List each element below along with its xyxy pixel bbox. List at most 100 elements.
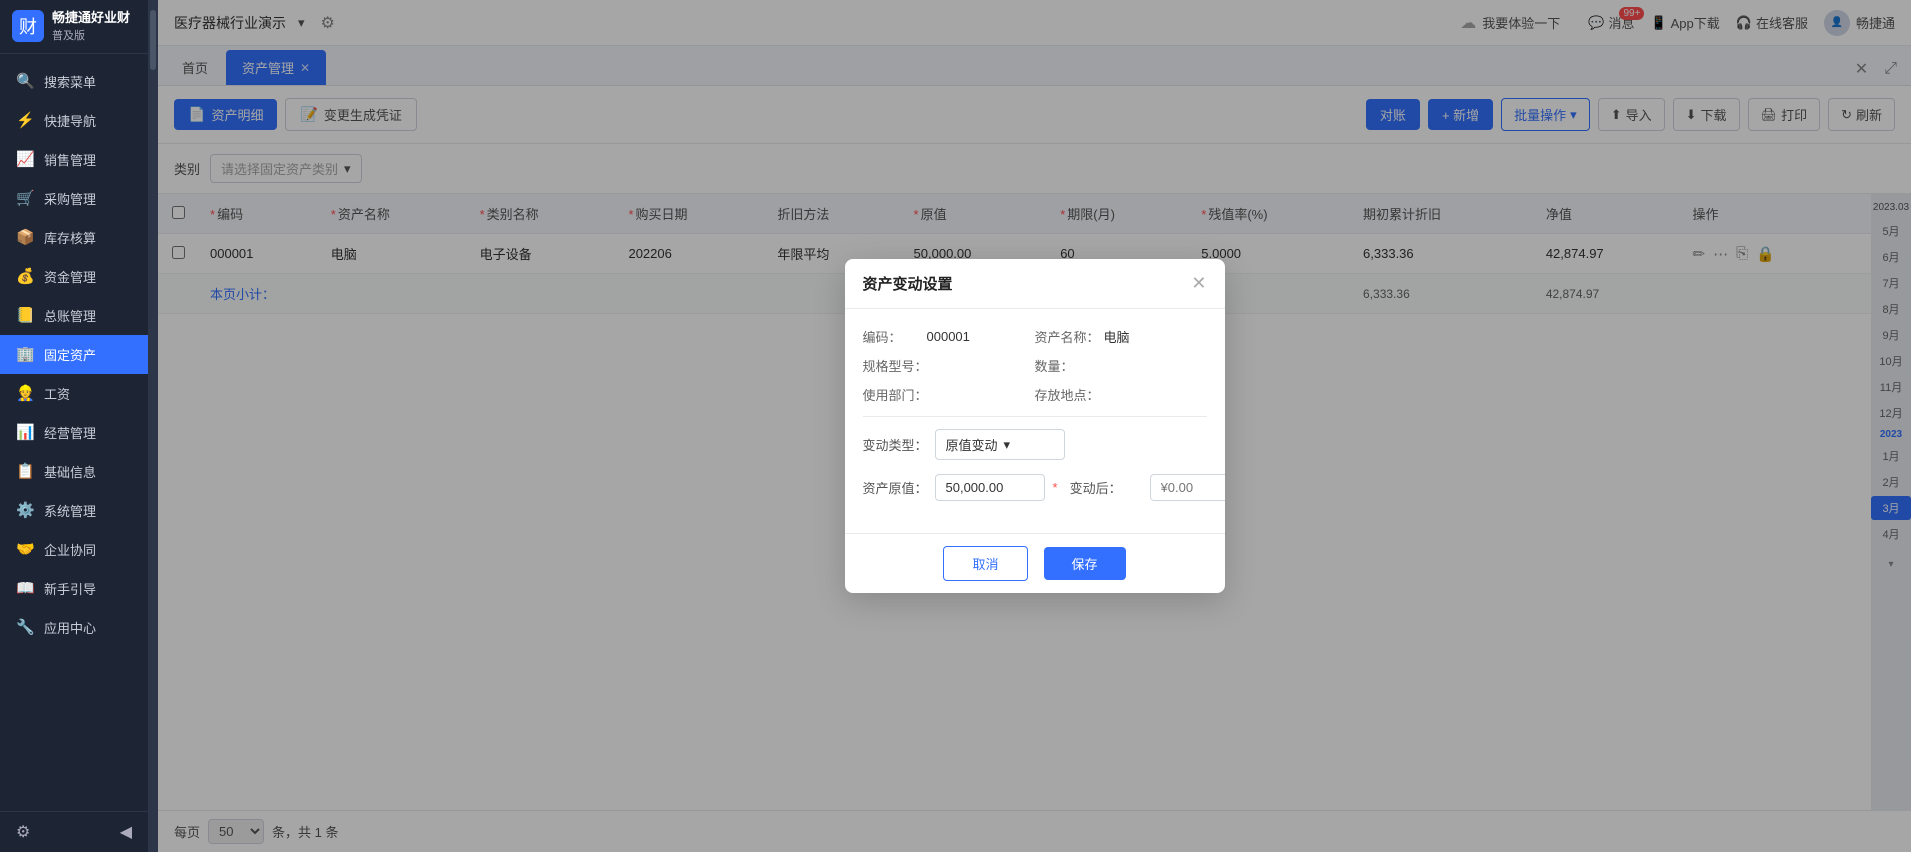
sidebar-item-sales[interactable]: 📈 销售管理 (0, 140, 148, 179)
dept-label: 使用部门： (863, 385, 928, 404)
info-location: 存放地点： (1035, 385, 1207, 404)
sidebar-label-appstore: 应用中心 (44, 618, 96, 637)
sidebar-item-basics[interactable]: 📋 基础信息 (0, 452, 148, 491)
info-row-3: 使用部门： 存放地点： (863, 385, 1207, 404)
dialog-divider (863, 416, 1207, 417)
asset-value-display: 50,000.00 (946, 480, 1004, 495)
sidebar-item-inventory[interactable]: 📦 库存核算 (0, 218, 148, 257)
sidebar-label-quicknav: 快捷导航 (44, 111, 96, 130)
app-logo: 财 (12, 10, 44, 42)
app-name-block: 畅捷通好业财 普及版 (52, 10, 130, 43)
sidebar-scroll-thumb (150, 10, 156, 70)
required-marker: * (1053, 480, 1058, 495)
change-type-row: 变动类型： 原值变动 ▾ (863, 429, 1207, 460)
sidebar-label-funds: 资金管理 (44, 267, 96, 286)
asset-name-value: 电脑 (1104, 327, 1130, 346)
main-wrapper: 医疗器械行业演示 ▾ ⚙ ☁ 我要体验一下 💬 消息 99+ 📱 App下载 🎧… (158, 0, 1911, 852)
sidebar-label-inventory: 库存核算 (44, 228, 96, 247)
system-icon: ⚙️ (16, 501, 34, 519)
search-icon: 🔍 (16, 72, 34, 90)
sidebar-label-ledger: 总账管理 (44, 306, 96, 325)
sidebar-label-operations: 经营管理 (44, 423, 96, 442)
appstore-icon: 🔧 (16, 618, 34, 636)
guide-icon: 📖 (16, 579, 34, 597)
info-quantity: 数量： (1035, 356, 1207, 375)
after-change-label: 变动后： (1070, 478, 1142, 497)
change-type-control: 原值变动 ▾ (935, 429, 1065, 460)
code-label: 编码： (863, 327, 923, 346)
change-type-dropdown-icon: ▾ (1004, 437, 1011, 453)
app-edition: 普及版 (52, 27, 130, 43)
sidebar-label-collab: 企业协同 (44, 540, 96, 559)
info-row-1: 编码： 000001 资产名称： 电脑 (863, 327, 1207, 346)
dialog-footer: 取消 保存 (845, 533, 1225, 593)
sidebar-scrollbar[interactable] (148, 0, 158, 852)
collapse-icon[interactable]: ◀ (120, 822, 132, 842)
sidebar-item-search[interactable]: 🔍 搜索菜单 (0, 62, 148, 101)
info-row-2: 规格型号： 数量： (863, 356, 1207, 375)
quantity-label: 数量： (1035, 356, 1095, 375)
asset-value-input: 50,000.00 (935, 474, 1045, 501)
sidebar-label-purchase: 采购管理 (44, 189, 96, 208)
change-type-label: 变动类型： (863, 435, 935, 454)
sidebar-item-purchase[interactable]: 🛒 采购管理 (0, 179, 148, 218)
dialog-title: 资产变动设置 (863, 273, 953, 294)
spec-label: 规格型号： (863, 356, 928, 375)
quicknav-icon: ⚡ (16, 111, 34, 129)
sidebar-label-system: 系统管理 (44, 501, 96, 520)
ledger-icon: 📒 (16, 306, 34, 324)
asset-change-dialog: 资产变动设置 ✕ 编码： 000001 资产名称： 电脑 (845, 259, 1225, 593)
sidebar-item-funds[interactable]: 💰 资金管理 (0, 257, 148, 296)
save-button[interactable]: 保存 (1044, 547, 1126, 580)
dialog-header: 资产变动设置 ✕ (845, 259, 1225, 309)
info-asset-name: 资产名称： 电脑 (1035, 327, 1207, 346)
sidebar-item-system[interactable]: ⚙️ 系统管理 (0, 491, 148, 530)
inventory-icon: 📦 (16, 228, 34, 246)
info-code: 编码： 000001 (863, 327, 1035, 346)
funds-icon: 💰 (16, 267, 34, 285)
info-spec: 规格型号： (863, 356, 1035, 375)
save-label: 保存 (1072, 557, 1098, 572)
sidebar-label-search: 搜索菜单 (44, 72, 96, 91)
collab-icon: 🤝 (16, 540, 34, 558)
app-name: 畅捷通好业财 (52, 10, 130, 27)
asset-name-label: 资产名称： (1035, 327, 1100, 346)
code-value: 000001 (927, 329, 970, 344)
sidebar-header: 财 畅捷通好业财 普及版 (0, 0, 148, 54)
purchase-icon: 🛒 (16, 189, 34, 207)
basics-icon: 📋 (16, 462, 34, 480)
change-type-value: 原值变动 (946, 435, 998, 454)
sidebar-item-collab[interactable]: 🤝 企业协同 (0, 530, 148, 569)
dialog-body: 编码： 000001 资产名称： 电脑 规格型号： 数量： (845, 309, 1225, 533)
sidebar-label-payroll: 工资 (44, 384, 70, 403)
assets-icon: 🏢 (16, 345, 34, 363)
sidebar-item-appstore[interactable]: 🔧 应用中心 (0, 608, 148, 647)
after-change-input[interactable] (1150, 474, 1225, 501)
dialog-close-button[interactable]: ✕ (1191, 273, 1206, 294)
info-dept: 使用部门： (863, 385, 1035, 404)
sidebar-footer: ⚙ ◀ (0, 811, 148, 852)
sidebar-nav: 🔍 搜索菜单 ⚡ 快捷导航 📈 销售管理 🛒 采购管理 📦 库存核算 💰 资金管… (0, 54, 148, 811)
sidebar-item-quicknav[interactable]: ⚡ 快捷导航 (0, 101, 148, 140)
asset-value-row: 资产原值： 50,000.00 * 变动后： (863, 474, 1207, 501)
sidebar-item-operations[interactable]: 📊 经营管理 (0, 413, 148, 452)
sidebar-item-assets[interactable]: 🏢 固定资产 (0, 335, 148, 374)
sidebar-item-payroll[interactable]: 👷 工资 (0, 374, 148, 413)
change-type-select[interactable]: 原值变动 ▾ (935, 429, 1065, 460)
asset-value-control: 50,000.00 * 变动后： (935, 474, 1225, 501)
sidebar-item-guide[interactable]: 📖 新手引导 (0, 569, 148, 608)
asset-value-label: 资产原值： (863, 478, 935, 497)
location-label: 存放地点： (1035, 385, 1100, 404)
settings-icon[interactable]: ⚙ (16, 822, 30, 842)
sidebar-item-ledger[interactable]: 📒 总账管理 (0, 296, 148, 335)
sidebar: 财 畅捷通好业财 普及版 🔍 搜索菜单 ⚡ 快捷导航 📈 销售管理 🛒 采购管理… (0, 0, 148, 852)
sidebar-label-assets: 固定资产 (44, 345, 96, 364)
modal-overlay: 资产变动设置 ✕ 编码： 000001 资产名称： 电脑 (158, 0, 1911, 852)
operations-icon: 📊 (16, 423, 34, 441)
sales-icon: 📈 (16, 150, 34, 168)
cancel-button[interactable]: 取消 (943, 546, 1027, 581)
sidebar-label-guide: 新手引导 (44, 579, 96, 598)
sidebar-label-sales: 销售管理 (44, 150, 96, 169)
payroll-icon: 👷 (16, 384, 34, 402)
sidebar-label-basics: 基础信息 (44, 462, 96, 481)
